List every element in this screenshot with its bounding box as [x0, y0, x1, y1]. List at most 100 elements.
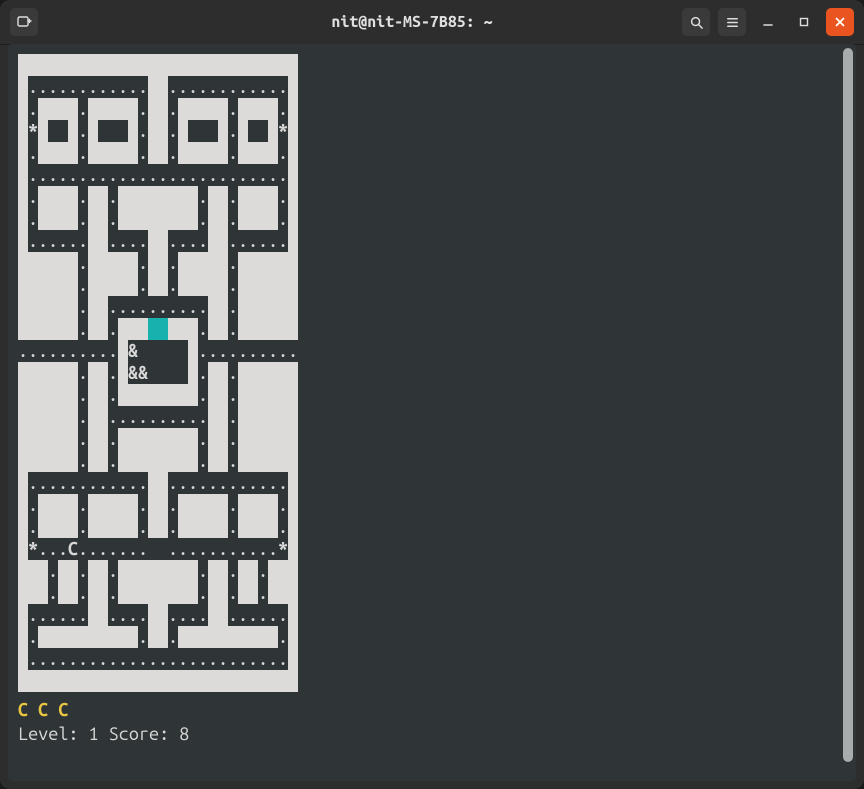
wall — [288, 362, 298, 384]
minimize-button[interactable] — [754, 8, 782, 36]
wall — [68, 516, 78, 538]
wall — [258, 362, 268, 384]
dot: . — [98, 538, 108, 560]
dot: . — [128, 164, 138, 186]
wall — [18, 406, 28, 428]
wall — [38, 384, 48, 406]
wall — [168, 428, 178, 450]
wall — [88, 318, 98, 340]
dot: . — [138, 274, 148, 296]
wall — [128, 98, 138, 120]
wall — [68, 186, 78, 208]
floor — [178, 340, 188, 362]
scrollbar[interactable] — [843, 48, 853, 777]
dot: . — [78, 406, 88, 428]
wall — [88, 186, 98, 208]
wall — [248, 494, 258, 516]
wall — [98, 318, 108, 340]
wall — [268, 384, 278, 406]
wall — [158, 626, 168, 648]
dot: . — [118, 648, 128, 670]
floor — [168, 340, 178, 362]
new-tab-button[interactable] — [10, 8, 38, 36]
wall — [18, 54, 28, 76]
wall — [128, 252, 138, 274]
search-button[interactable] — [682, 8, 710, 36]
power-pellet: * — [278, 120, 288, 142]
dot: . — [78, 120, 88, 142]
dot: . — [228, 560, 238, 582]
wall — [48, 516, 58, 538]
wall — [178, 98, 188, 120]
dot: . — [218, 648, 228, 670]
dot: . — [28, 164, 38, 186]
dot: . — [168, 142, 178, 164]
dot: . — [68, 604, 78, 626]
wall — [218, 450, 228, 472]
wall — [288, 494, 298, 516]
wall — [108, 252, 118, 274]
wall — [288, 54, 298, 76]
dot: . — [108, 406, 118, 428]
wall — [248, 362, 258, 384]
dot: . — [118, 164, 128, 186]
close-button[interactable] — [826, 8, 854, 36]
dot: . — [78, 318, 88, 340]
wall — [28, 274, 38, 296]
scrollbar-thumb[interactable] — [843, 48, 853, 762]
floor — [58, 120, 68, 142]
wall — [108, 142, 118, 164]
wall — [58, 54, 68, 76]
wall — [248, 296, 258, 318]
maximize-button[interactable] — [790, 8, 818, 36]
dot: . — [198, 362, 208, 384]
dot: . — [78, 340, 88, 362]
dot: . — [228, 362, 238, 384]
wall — [38, 670, 48, 692]
floor — [108, 120, 118, 142]
wall — [38, 98, 48, 120]
dot: . — [118, 230, 128, 252]
dot: . — [278, 76, 288, 98]
wall — [238, 406, 248, 428]
wall — [68, 296, 78, 318]
dot: . — [138, 76, 148, 98]
wall — [38, 450, 48, 472]
wall — [198, 252, 208, 274]
wall — [108, 494, 118, 516]
wall — [48, 362, 58, 384]
wall — [148, 54, 158, 76]
wall — [118, 670, 128, 692]
wall — [98, 252, 108, 274]
wall — [118, 252, 128, 274]
dot: . — [108, 318, 118, 340]
menu-button[interactable] — [718, 8, 746, 36]
wall — [148, 516, 158, 538]
wall — [208, 670, 218, 692]
wall — [158, 208, 168, 230]
wall — [148, 582, 158, 604]
status-bar: C C C Level: 1 Score: 8 — [18, 698, 298, 746]
wall — [98, 626, 108, 648]
wall — [288, 516, 298, 538]
dot: . — [78, 142, 88, 164]
dot: . — [228, 208, 238, 230]
dot: . — [198, 230, 208, 252]
wall — [98, 494, 108, 516]
wall — [268, 274, 278, 296]
wall — [178, 560, 188, 582]
wall — [288, 318, 298, 340]
wall — [88, 384, 98, 406]
wall — [128, 54, 138, 76]
wall — [238, 318, 248, 340]
dot: . — [28, 230, 38, 252]
wall — [88, 450, 98, 472]
wall — [168, 560, 178, 582]
floor — [178, 362, 188, 384]
terminal-viewport[interactable]: ............ ............ . . . . . . * … — [8, 44, 856, 781]
maze-row: ...... .... .... ...... — [18, 230, 298, 252]
wall — [58, 494, 68, 516]
wall — [188, 362, 198, 384]
dot: . — [138, 494, 148, 516]
dot: . — [48, 472, 58, 494]
